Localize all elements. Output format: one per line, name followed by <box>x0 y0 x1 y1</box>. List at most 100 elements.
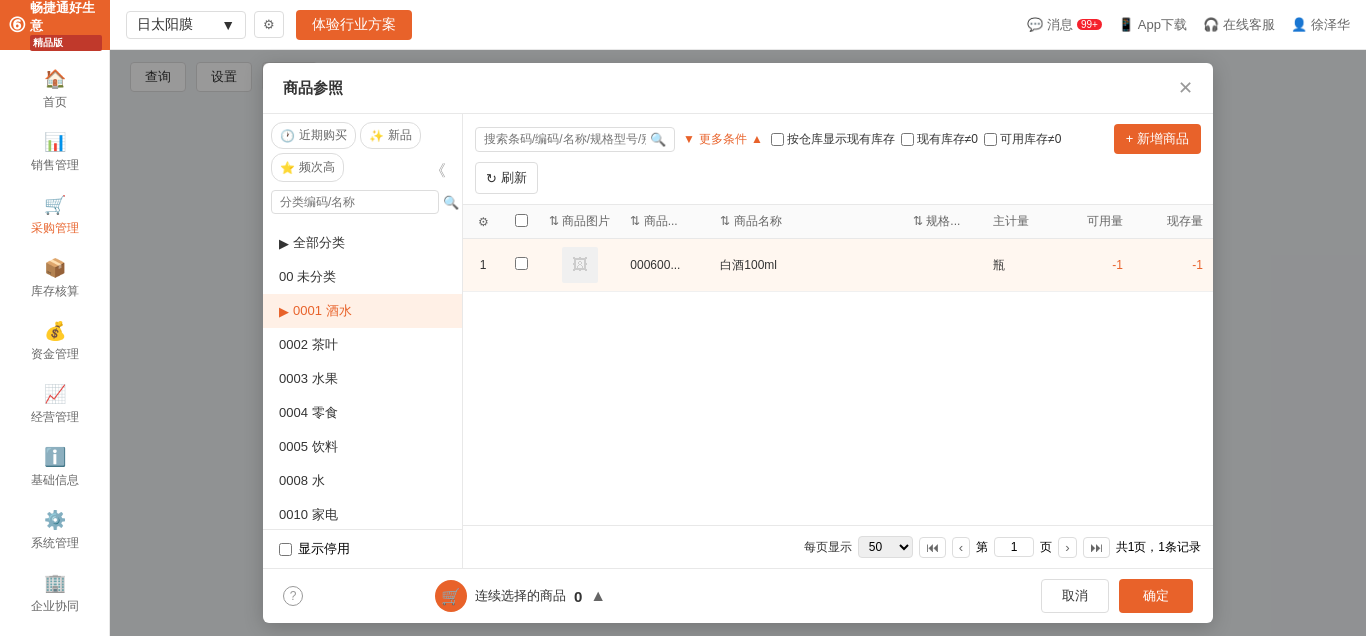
user-nav-item[interactable]: 👤 徐泽华 <box>1291 16 1350 34</box>
category-item-0004[interactable]: 0004 零食 <box>263 396 462 430</box>
fold-button[interactable]: ▲ <box>590 587 606 605</box>
finance-icon: 💰 <box>44 320 66 342</box>
check1-text: 按仓库显示现有库存 <box>787 131 895 148</box>
footer-buttons: 取消 确定 <box>1041 579 1193 613</box>
left-panel: 🕐 近期购买 ✨ 新品 ⭐ 频次高 《 <box>263 114 463 568</box>
recent-purchase-tab[interactable]: 🕐 近期购买 <box>271 122 356 149</box>
check1-input[interactable] <box>771 133 784 146</box>
sidebar-item-sales[interactable]: 📊 销售管理 <box>0 121 109 184</box>
show-disabled-label[interactable]: 显示停用 <box>298 540 350 558</box>
select-all-checkbox[interactable] <box>515 214 528 227</box>
arrow-icon: ▶ <box>279 304 289 319</box>
product-image: 🖼 <box>562 247 598 283</box>
modal-title: 商品参照 <box>283 79 343 98</box>
category-label: 0010 家电 <box>279 506 338 524</box>
sidebar-item-guide[interactable]: 🎯 新手引导 <box>0 625 109 636</box>
main-layout: 🏠 首页 📊 销售管理 🛒 采购管理 📦 库存核算 💰 资金管理 📈 经营管理 … <box>0 50 1366 636</box>
cart-label: 连续选择的商品 <box>475 587 566 605</box>
sidebar-item-inventory[interactable]: 📦 库存核算 <box>0 247 109 310</box>
messages-nav-item[interactable]: 💬 消息 99+ <box>1027 16 1102 34</box>
inventory-icon: 📦 <box>44 257 66 279</box>
user-name: 徐泽华 <box>1311 16 1350 34</box>
per-page-select[interactable]: 50 100 200 <box>858 536 913 558</box>
add-product-button[interactable]: + 新增商品 <box>1114 124 1201 154</box>
messages-label: 消息 <box>1047 16 1073 34</box>
filter-button[interactable]: ▼ 更多条件 ▲ <box>683 131 763 148</box>
cancel-button[interactable]: 取消 <box>1041 579 1109 613</box>
search-icon[interactable]: 🔍 <box>443 195 459 210</box>
table-row[interactable]: 1 🖼 000600... 白酒100ml 瓶 <box>463 239 1213 292</box>
search-input[interactable] <box>484 132 646 146</box>
category-item-0008[interactable]: 0008 水 <box>263 464 462 498</box>
collapse-button[interactable]: 《 <box>430 161 446 182</box>
right-panel: 🔍 ▼ 更多条件 ▲ 按仓库显示现有库存 <box>463 114 1213 568</box>
row-checkbox[interactable] <box>515 257 528 270</box>
row-check[interactable] <box>503 239 539 292</box>
show-disabled-checkbox[interactable] <box>279 543 292 556</box>
confirm-button[interactable]: 确定 <box>1119 579 1193 613</box>
show-disabled-area: 显示停用 <box>263 529 462 568</box>
sidebar-item-operations[interactable]: 📈 经营管理 <box>0 373 109 436</box>
headset-icon: 🎧 <box>1203 17 1219 32</box>
sidebar-item-basic-info[interactable]: ℹ️ 基础信息 <box>0 436 109 499</box>
logo-icon: ⑥ <box>8 13 26 37</box>
modal-overlay: 商品参照 ✕ 🕐 近期购买 ✨ 新 <box>110 50 1366 636</box>
arrow-icon: ▶ <box>279 236 289 251</box>
trial-button[interactable]: 体验行业方案 <box>296 10 412 40</box>
category-item-0001[interactable]: ▶ 0001 酒水 <box>263 294 462 328</box>
sidebar-item-enterprise[interactable]: 🏢 企业协同 <box>0 562 109 625</box>
total-pages-text: 共1页，1条记录 <box>1116 539 1201 556</box>
category-item-0003[interactable]: 0003 水果 <box>263 362 462 396</box>
next-page-button[interactable]: › <box>1058 537 1076 558</box>
category-item-00[interactable]: 00 未分类 <box>263 260 462 294</box>
search-icon: 🔍 <box>650 132 666 147</box>
help-icon[interactable]: ? <box>283 586 303 606</box>
operations-icon: 📈 <box>44 383 66 405</box>
category-item-0002[interactable]: 0002 茶叶 <box>263 328 462 362</box>
sidebar-item-purchase[interactable]: 🛒 采购管理 <box>0 184 109 247</box>
check2-label[interactable]: 现有库存≠0 <box>901 131 978 148</box>
category-search: 🔍 <box>263 182 462 222</box>
online-service-nav-item[interactable]: 🎧 在线客服 <box>1203 16 1275 34</box>
nav-dropdown[interactable]: 日太阳膜 ▼ <box>126 11 246 39</box>
first-page-button[interactable]: ⏮ <box>919 537 946 558</box>
check3-label[interactable]: 可用库存≠0 <box>984 131 1061 148</box>
system-icon: ⚙️ <box>44 509 66 531</box>
page-number-input[interactable] <box>994 537 1034 557</box>
category-label: 0004 零食 <box>279 404 338 422</box>
frequent-tab[interactable]: ⭐ 频次高 <box>271 153 344 182</box>
check2-input[interactable] <box>901 133 914 146</box>
row-code: 000600... <box>620 239 710 292</box>
refresh-button[interactable]: ↻ 刷新 <box>475 162 538 194</box>
product-table: ⚙ ⇅ 商品图片 ⇅ 商品... ⇅ 商品名称 ⇅ 规格... 主计量 可用量 <box>463 205 1213 292</box>
logo-sub: 精品版 <box>30 35 102 51</box>
app-download-nav-item[interactable]: 📱 App下载 <box>1118 16 1187 34</box>
new-icon: ✨ <box>369 129 384 143</box>
prev-page-button[interactable]: ‹ <box>952 537 970 558</box>
sidebar-item-home[interactable]: 🏠 首页 <box>0 58 109 121</box>
product-reference-modal: 商品参照 ✕ 🕐 近期购买 ✨ 新 <box>263 63 1213 623</box>
category-search-input[interactable] <box>271 190 439 214</box>
category-item-0005[interactable]: 0005 饮料 <box>263 430 462 464</box>
modal-close-button[interactable]: ✕ <box>1178 77 1193 99</box>
category-item-0010[interactable]: 0010 家电 <box>263 498 462 529</box>
sidebar-item-label: 采购管理 <box>31 220 79 237</box>
category-item-all[interactable]: ▶ 全部分类 <box>263 226 462 260</box>
col-header-stock: 现存量 <box>1133 205 1213 239</box>
check1-label[interactable]: 按仓库显示现有库存 <box>771 131 895 148</box>
sidebar-item-system[interactable]: ⚙️ 系统管理 <box>0 499 109 562</box>
logo: ⑥ 畅捷通好生意 精品版 <box>0 0 110 50</box>
cart-area: 🛒 连续选择的商品 0 ▲ <box>435 580 606 612</box>
home-icon: 🏠 <box>44 68 66 90</box>
table-header-row: ⚙ ⇅ 商品图片 ⇅ 商品... ⇅ 商品名称 ⇅ 规格... 主计量 可用量 <box>463 205 1213 239</box>
sidebar-item-finance[interactable]: 💰 资金管理 <box>0 310 109 373</box>
check3-input[interactable] <box>984 133 997 146</box>
sidebar-item-label: 系统管理 <box>31 535 79 552</box>
star-icon: ⭐ <box>280 161 295 175</box>
row-num: 1 <box>463 239 503 292</box>
last-page-button[interactable]: ⏭ <box>1083 537 1110 558</box>
settings-button[interactable]: ⚙ <box>254 11 284 38</box>
col-header-settings: ⚙ <box>463 205 503 239</box>
row-img: 🖼 <box>539 239 620 292</box>
new-product-tab[interactable]: ✨ 新品 <box>360 122 421 149</box>
